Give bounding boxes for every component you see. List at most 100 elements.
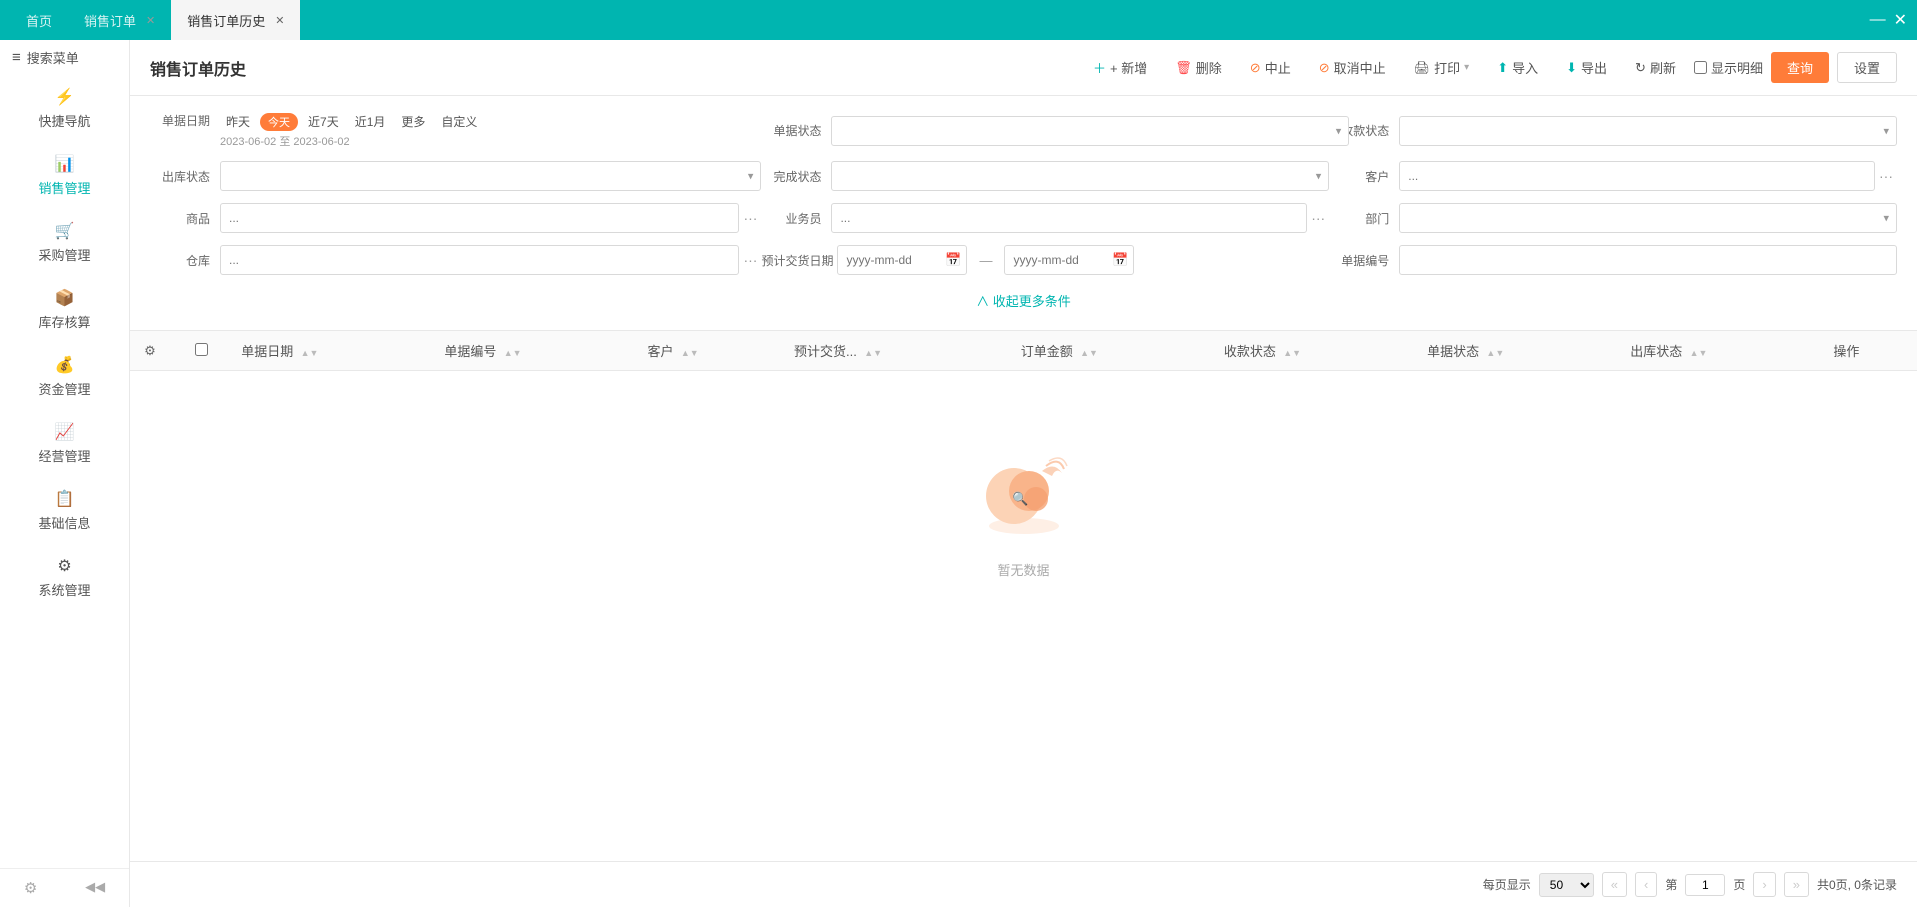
export-icon: ⬇ — [1566, 60, 1577, 76]
window-close-icon[interactable]: ✕ — [1894, 10, 1907, 30]
last-page-button[interactable]: » — [1784, 872, 1809, 897]
select-all-checkbox[interactable] — [195, 343, 208, 356]
customer-input[interactable] — [1399, 161, 1875, 191]
next-page-button[interactable]: › — [1753, 872, 1775, 897]
tab-sales-order[interactable]: 销售订单 ✕ — [68, 0, 171, 40]
out-status-sort-icon: ▲▼ — [1690, 350, 1708, 357]
new-button[interactable]: ＋ + 新增 — [1083, 53, 1157, 82]
show-details-checkbox[interactable] — [1694, 61, 1707, 74]
delete-label: 删除 — [1196, 58, 1222, 77]
cancel-stop-button[interactable]: ⊘ 取消中止 — [1309, 53, 1396, 82]
import-icon: ⬆ — [1497, 60, 1508, 76]
warehouse-ellipsis[interactable]: ··· — [739, 252, 761, 268]
customer-col-header[interactable]: 客户 ▲▼ — [640, 331, 786, 371]
date-option-more[interactable]: 更多 — [395, 112, 431, 131]
table-settings-icon[interactable]: ⚙ — [144, 343, 156, 358]
customer-label: 客户 — [1329, 168, 1399, 185]
prev-page-icon: ‹ — [1644, 877, 1648, 892]
print-button[interactable]: 🖨 打印 ▾ — [1404, 53, 1480, 82]
complete-select[interactable] — [831, 161, 1329, 191]
delete-button[interactable]: 🗑 删除 — [1165, 53, 1232, 82]
sidebar-item-operations[interactable]: 📈 经营管理 — [0, 410, 129, 477]
export-label: 导出 — [1581, 58, 1607, 77]
date-option-yesterday[interactable]: 昨天 — [220, 112, 256, 131]
product-label: 商品 — [150, 210, 220, 227]
pay-status-select-wrap — [1399, 116, 1897, 146]
orderno-col-label: 单据编号 — [444, 344, 496, 359]
date-option-today[interactable]: 今天 — [260, 113, 298, 131]
delivery-date-label: 预计交货日期 — [761, 252, 831, 269]
date-sort-icon: ▲▼ — [301, 350, 319, 357]
collapse-row[interactable]: ∧ 收起更多条件 — [150, 287, 1897, 314]
sidebar-item-quick-nav[interactable]: ⚡ 快捷导航 — [0, 75, 129, 142]
stop-button[interactable]: ⊘ 中止 — [1240, 53, 1301, 82]
date-option-7days[interactable]: 近7天 — [302, 112, 345, 131]
date-option-1month[interactable]: 近1月 — [349, 112, 392, 131]
sales-rep-input[interactable] — [831, 203, 1307, 233]
window-minimize-icon[interactable]: — — [1870, 11, 1886, 29]
sidebar-item-base-info[interactable]: 📋 基础信息 — [0, 477, 129, 544]
product-input[interactable] — [220, 203, 739, 233]
sidebar-item-purchase-mgmt[interactable]: 🛒 采购管理 — [0, 209, 129, 276]
pay-status-col-label: 收款状态 — [1224, 344, 1276, 359]
base-info-icon: 📋 — [55, 489, 75, 509]
date-col-header[interactable]: 单据日期 ▲▼ — [233, 331, 436, 371]
query-button[interactable]: 查询 — [1771, 52, 1829, 83]
page-header: 销售订单历史 ＋ + 新增 🗑 删除 ⊘ 中止 ⊘ 取消中止 — [130, 40, 1917, 96]
delivery-col-label: 预计交货... — [794, 344, 857, 359]
sales-rep-ellipsis[interactable]: ··· — [1307, 210, 1329, 226]
settings-col-header[interactable]: ⚙ — [130, 331, 170, 371]
refresh-button[interactable]: ↻ 刷新 — [1625, 53, 1686, 82]
page-title: 销售订单历史 — [150, 56, 246, 80]
outbound-select[interactable] — [220, 161, 761, 191]
outbound-select-wrap — [220, 161, 761, 191]
orderno-col-header[interactable]: 单据编号 ▲▼ — [436, 331, 639, 371]
tab-home[interactable]: 首页 — [10, 0, 68, 40]
sidebar-item-finance[interactable]: 💰 资金管理 — [0, 343, 129, 410]
show-details-checkbox-label[interactable]: 显示明细 — [1694, 58, 1763, 77]
customer-ellipsis[interactable]: ··· — [1875, 168, 1897, 184]
sidebar-item-inventory[interactable]: 📦 库存核算 — [0, 276, 129, 343]
out-status-col-header[interactable]: 出库状态 ▲▼ — [1622, 331, 1825, 371]
order-status-col-header[interactable]: 单据状态 ▲▼ — [1419, 331, 1622, 371]
date-option-custom[interactable]: 自定义 — [435, 112, 483, 131]
dept-select-wrap — [1399, 203, 1897, 233]
amount-sort-icon: ▲▼ — [1080, 350, 1098, 357]
delivery-date-from-wrap: 📅 — [837, 245, 967, 275]
tab-sales-order-close[interactable]: ✕ — [146, 14, 155, 27]
tab-sales-order-history[interactable]: 销售订单历史 ✕ — [171, 0, 300, 40]
order-no-input[interactable] — [1399, 245, 1897, 275]
per-page-select[interactable]: 50 10 20 100 — [1539, 873, 1594, 897]
pay-status-select[interactable] — [1399, 116, 1897, 146]
prev-page-button[interactable]: ‹ — [1635, 872, 1657, 897]
pagination: 每页显示 50 10 20 100 « ‹ 第 页 › » 共0页, 0条记录 — [130, 861, 1917, 907]
sidebar-item-system-mgmt[interactable]: ⚙ 系统管理 — [0, 544, 129, 611]
sidebar-item-sales-mgmt[interactable]: 📊 销售管理 — [0, 142, 129, 209]
export-button[interactable]: ⬇ 导出 — [1556, 53, 1617, 82]
amount-col-header[interactable]: 订单金额 ▲▼ — [1013, 331, 1216, 371]
status-label: 单据状态 — [761, 122, 831, 139]
sidebar-settings-icon[interactable]: ⚙ — [24, 879, 37, 897]
product-ellipsis[interactable]: ··· — [739, 210, 761, 226]
sidebar-collapse-icon[interactable]: ◀◀ — [85, 879, 105, 897]
status-select[interactable] — [831, 116, 1349, 146]
filter-row-3: 商品 ··· 业务员 ··· 部门 — [150, 203, 1897, 233]
purchase-mgmt-icon: 🛒 — [55, 221, 75, 241]
filter-area: 单据日期 昨天 今天 近7天 近1月 更多 自定义 2023-06-02 至 2… — [130, 96, 1917, 331]
search-menu[interactable]: ≡ 搜索菜单 — [0, 40, 129, 75]
checkbox-col-header[interactable] — [170, 331, 233, 371]
show-details-label: 显示明细 — [1711, 58, 1763, 77]
warehouse-input[interactable] — [220, 245, 739, 275]
import-button[interactable]: ⬆ 导入 — [1487, 53, 1548, 82]
import-label: 导入 — [1512, 58, 1538, 77]
page-input[interactable] — [1685, 874, 1725, 896]
first-page-button[interactable]: « — [1602, 872, 1627, 897]
toolbar: ＋ + 新增 🗑 删除 ⊘ 中止 ⊘ 取消中止 🖨 打印 — [1083, 52, 1897, 83]
page-label: 第 — [1665, 876, 1677, 893]
delivery-col-header[interactable]: 预计交货... ▲▼ — [786, 331, 1013, 371]
pay-status-col-header[interactable]: 收款状态 ▲▼ — [1216, 331, 1419, 371]
warehouse-label: 仓库 — [150, 252, 220, 269]
settings-button[interactable]: 设置 — [1837, 52, 1897, 83]
dept-select[interactable] — [1399, 203, 1897, 233]
tab-history-close[interactable]: ✕ — [275, 14, 284, 27]
